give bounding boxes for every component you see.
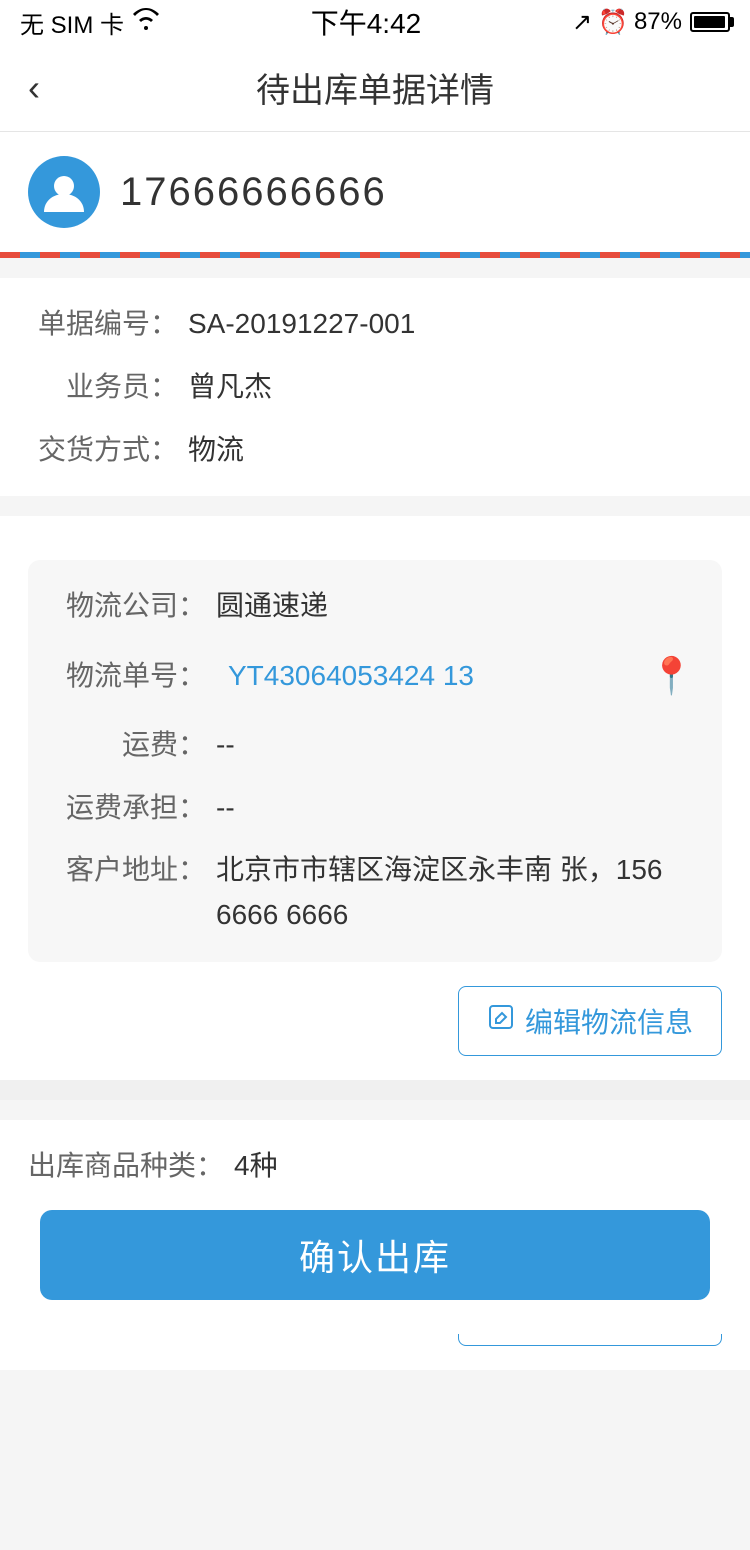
status-time: 下午4:42 <box>311 2 422 42</box>
freight-bear-label: 运费承担： <box>56 786 206 831</box>
alarm-icon: ⏰ <box>598 8 628 37</box>
order-info-section: 单据编号： SA-20191227-001 业务员： 曾凡杰 交货方式： 物流 <box>0 278 750 496</box>
salesman-label: 业务员： <box>28 365 178 410</box>
nav-bar: ‹ 待出库单据详情 <box>0 44 750 132</box>
back-button[interactable]: ‹ <box>28 67 40 109</box>
status-right: ↗ ⏰ 87% <box>572 8 730 37</box>
delivery-method-value: 物流 <box>178 428 722 473</box>
edit-icon <box>487 1003 515 1038</box>
avatar <box>28 156 100 228</box>
freight-bear-value: -- <box>206 786 694 831</box>
logistics-section: 物流公司： 圆通速递 物流单号： YT43064053424 13 📍 运费： … <box>0 516 750 1080</box>
bottom-bar: 确认出库 <box>0 1190 750 1334</box>
delivery-method-row: 交货方式： 物流 <box>28 428 722 473</box>
document-number-row: 单据编号： SA-20191227-001 <box>28 302 722 347</box>
address-label: 客户地址： <box>56 848 206 893</box>
confirm-button[interactable]: 确认出库 <box>40 1210 710 1300</box>
document-number-label: 单据编号： <box>28 302 178 347</box>
edit-logistics-row: 编辑物流信息 <box>28 986 722 1056</box>
goods-types-row: 出库商品种类： 4种 <box>28 1144 722 1189</box>
page-title: 待出库单据详情 <box>256 63 494 112</box>
user-header-section: 17666666666 <box>0 132 750 252</box>
address-row: 客户地址： 北京市市辖区海淀区永丰南 张，156 6666 6666 <box>56 848 694 938</box>
salesman-row: 业务员： 曾凡杰 <box>28 365 722 410</box>
wifi-icon <box>132 8 160 37</box>
tracking-value: YT43064053424 13 <box>218 654 637 699</box>
edit-logistics-button[interactable]: 编辑物流信息 <box>458 986 722 1056</box>
freight-value: -- <box>206 723 694 768</box>
battery-percent: 87% <box>634 8 682 36</box>
freight-row: 运费： -- <box>56 723 694 768</box>
goods-types-value: 4种 <box>224 1144 722 1189</box>
address-value: 北京市市辖区海淀区永丰南 张，156 6666 6666 <box>206 848 694 938</box>
document-number-value: SA-20191227-001 <box>178 302 722 347</box>
goods-types-label: 出库商品种类： <box>28 1144 224 1189</box>
section-divider <box>0 1080 750 1100</box>
logistics-company-value: 圆通速递 <box>206 584 694 629</box>
bottom-spacer <box>0 1370 750 1550</box>
logistics-card: 物流公司： 圆通速递 物流单号： YT43064053424 13 📍 运费： … <box>28 560 722 962</box>
delivery-method-label: 交货方式： <box>28 428 178 473</box>
freight-bear-row: 运费承担： -- <box>56 786 694 831</box>
tracking-label: 物流单号： <box>56 654 206 699</box>
freight-label: 运费： <box>56 723 206 768</box>
edit-logistics-label: 编辑物流信息 <box>525 1001 693 1041</box>
logistics-company-row: 物流公司： 圆通速递 <box>56 584 694 629</box>
carrier-label: 无 SIM 卡 <box>20 5 124 40</box>
battery-icon <box>690 12 730 32</box>
status-left: 无 SIM 卡 <box>20 5 160 40</box>
logistics-company-label: 物流公司： <box>56 584 206 629</box>
tracking-row: 物流单号： YT43064053424 13 📍 <box>56 647 694 705</box>
tracking-location-icon[interactable]: 📍 <box>649 647 694 705</box>
user-phone: 17666666666 <box>120 170 387 215</box>
dashed-divider <box>0 252 750 258</box>
location-status-icon: ↗ <box>572 8 592 37</box>
status-bar: 无 SIM 卡 下午4:42 ↗ ⏰ 87% <box>0 0 750 44</box>
salesman-value: 曾凡杰 <box>178 365 722 410</box>
